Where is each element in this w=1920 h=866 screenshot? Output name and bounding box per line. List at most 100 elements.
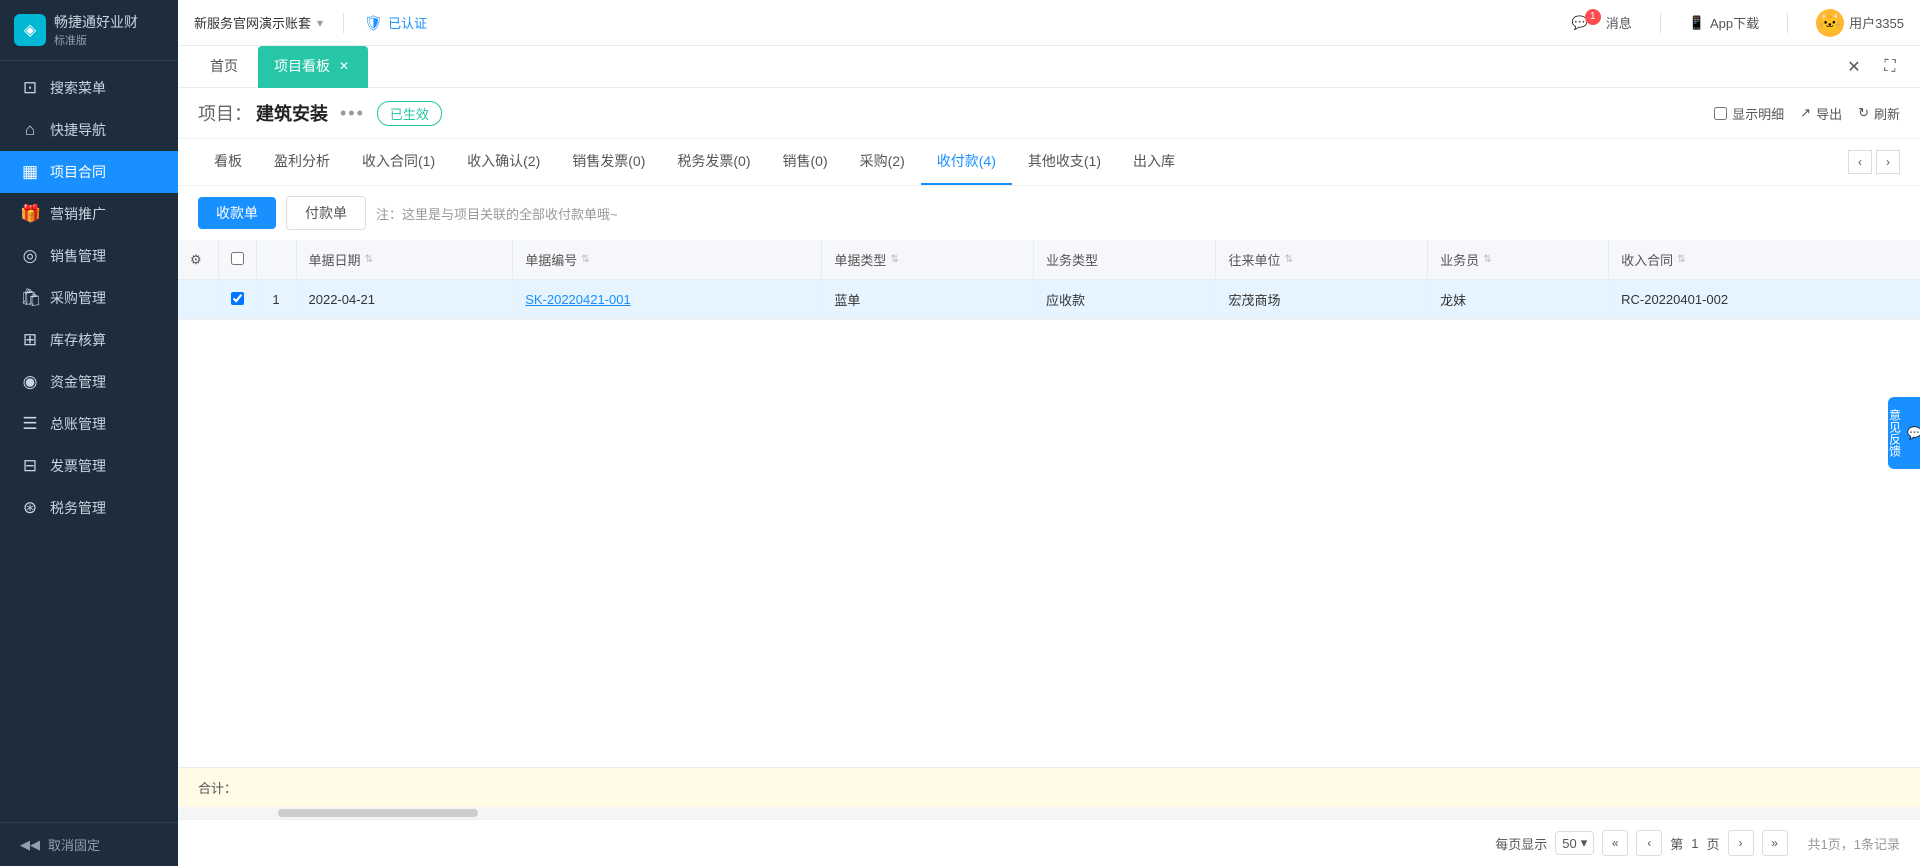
refresh-button[interactable]: ↻ 刷新	[1858, 104, 1900, 123]
footer-total-label: 合计：	[198, 778, 237, 797]
header-divider-2	[1660, 13, 1661, 33]
sort-number-icon: ⇅	[581, 254, 589, 265]
tab-close-all-button[interactable]: ✕	[1840, 53, 1868, 81]
page-title: 项目：建筑安装	[198, 100, 328, 126]
sidebar-item-project-contract[interactable]: ▦ 项目合同	[0, 151, 178, 193]
sidebar-item-label: 快捷导航	[50, 120, 106, 140]
th-number[interactable]: 单据编号 ⇅	[513, 240, 822, 280]
next-page-button[interactable]: ›	[1728, 830, 1754, 856]
feedback-icon: 💬	[1908, 426, 1920, 441]
tab-close-icon[interactable]: ✕	[336, 58, 352, 74]
pagination-bar: 每页显示 50 ▾ « ‹ 第 1 页 › » 共1页，1条记录	[178, 819, 1920, 866]
table-row[interactable]: 1 2022-04-21 SK-20220421-001 蓝单 应收款 宏茂商场…	[178, 280, 1920, 320]
th-contract[interactable]: 收入合同 ⇅	[1609, 240, 1920, 280]
sub-nav-purchase[interactable]: 采购(2)	[844, 139, 921, 185]
show-detail-input[interactable]	[1714, 107, 1727, 120]
sidebar-logo[interactable]: ◈ 畅捷通好业财 标准版	[0, 0, 178, 61]
message-label: 消息	[1606, 13, 1632, 32]
tab-home[interactable]: 首页	[194, 46, 254, 88]
sub-nav-revenue-confirm[interactable]: 收入确认(2)	[451, 139, 556, 185]
sidebar-item-general-ledger[interactable]: ☰ 总账管理	[0, 403, 178, 445]
show-detail-checkbox[interactable]: 显示明细	[1714, 104, 1784, 123]
page-word: 第	[1670, 834, 1683, 853]
prev-page-button[interactable]: ‹	[1636, 830, 1662, 856]
td-salesman: 龙妹	[1428, 280, 1609, 320]
sidebar-item-label: 项目合同	[50, 162, 106, 182]
sub-nav-sales-invoice[interactable]: 销售发票(0)	[556, 139, 661, 185]
sidebar-item-label: 营销推广	[50, 204, 106, 224]
td-number[interactable]: SK-20220421-001	[513, 280, 822, 320]
select-all-checkbox[interactable]	[231, 252, 244, 265]
th-type[interactable]: 单据类型 ⇅	[822, 240, 1034, 280]
sidebar-item-invoice[interactable]: ⊟ 发票管理	[0, 445, 178, 487]
header-divider-3	[1787, 13, 1788, 33]
app-download-button[interactable]: 📱 App下载	[1689, 13, 1759, 32]
th-settings[interactable]: ⚙	[178, 240, 218, 280]
sidebar-item-sales-management[interactable]: ◎ 销售管理	[0, 235, 178, 277]
sort-date-icon: ⇅	[365, 254, 373, 265]
td-checkbox[interactable]	[218, 280, 256, 320]
tab-maximize-button[interactable]: ⛶	[1876, 53, 1904, 81]
td-type: 蓝单	[822, 280, 1034, 320]
th-date[interactable]: 单据日期 ⇅	[296, 240, 513, 280]
th-partner[interactable]: 往来单位 ⇅	[1216, 240, 1428, 280]
toolbar-note: 注：这里是与项目关联的全部收付款单哦~	[376, 204, 618, 223]
logo-icon: ◈	[14, 14, 46, 46]
tab-bar-actions: ✕ ⛶	[1840, 53, 1904, 81]
per-page-value: 50	[1562, 836, 1576, 851]
user-profile-button[interactable]: 🐱 用户3355	[1816, 9, 1904, 37]
message-button[interactable]: 💬 1 消息	[1572, 13, 1632, 32]
export-icon: ↗	[1800, 105, 1811, 121]
data-table: ⚙ 单据日期 ⇅ 单据编号	[178, 240, 1920, 320]
payment-bill-button[interactable]: 付款单	[286, 196, 366, 230]
sidebar-item-tax[interactable]: ⊛ 税务管理	[0, 487, 178, 529]
sidebar-item-quick-nav[interactable]: ⌂ 快捷导航	[0, 109, 178, 151]
tab-project-board[interactable]: 项目看板 ✕	[258, 46, 368, 88]
sub-nav-receipts[interactable]: 收付款(4)	[921, 139, 1012, 185]
sub-nav-kanban[interactable]: 看板	[198, 139, 258, 185]
sub-nav-other-income[interactable]: 其他收支(1)	[1012, 139, 1117, 185]
sidebar-item-capital[interactable]: ◉ 资金管理	[0, 361, 178, 403]
sidebar-footer-unpin[interactable]: ◀◀ 取消固定	[0, 822, 178, 866]
sidebar-item-label: 销售管理	[50, 246, 106, 266]
sort-partner-icon: ⇅	[1284, 254, 1292, 265]
sub-nav-inout-warehouse[interactable]: 出入库	[1117, 139, 1191, 185]
th-salesman[interactable]: 业务员 ⇅	[1428, 240, 1609, 280]
more-options-icon[interactable]: •••	[340, 103, 365, 124]
table-container[interactable]: ⚙ 单据日期 ⇅ 单据编号	[178, 240, 1920, 767]
receipt-bill-button[interactable]: 收款单	[198, 197, 276, 229]
status-badge: 已生效	[377, 101, 442, 126]
sidebar-item-inventory[interactable]: ⊞ 库存核算	[0, 319, 178, 361]
sidebar-item-purchase[interactable]: 🛍 采购管理	[0, 277, 178, 319]
feedback-button[interactable]: 💬 意见反馈	[1888, 397, 1920, 469]
row-checkbox[interactable]	[231, 292, 244, 305]
scroll-bar-area[interactable]	[178, 807, 1920, 819]
horizontal-scrollbar-thumb[interactable]	[278, 809, 478, 817]
sub-nav: 看板 盈利分析 收入合同(1) 收入确认(2) 销售发票(0) 税务发票(0) …	[178, 139, 1920, 186]
sort-salesman-icon: ⇅	[1483, 254, 1491, 265]
sidebar-item-marketing[interactable]: 🎁 营销推广	[0, 193, 178, 235]
sub-nav-profit[interactable]: 盈利分析	[258, 139, 346, 185]
purchase-icon: 🛍	[20, 288, 40, 308]
sub-nav-prev-arrow[interactable]: ‹	[1848, 150, 1872, 174]
project-contract-icon: ▦	[20, 162, 40, 182]
td-date: 2022-04-21	[296, 280, 513, 320]
ledger-icon: ☰	[20, 414, 40, 434]
per-page-select[interactable]: 50 ▾	[1555, 831, 1594, 855]
bill-number-link[interactable]: SK-20220421-001	[525, 292, 631, 307]
th-biz-type: 业务类型	[1034, 240, 1216, 280]
sub-nav-sales[interactable]: 销售(0)	[767, 139, 844, 185]
sidebar-item-search[interactable]: ⊡ 搜索菜单	[0, 67, 178, 109]
sub-nav-revenue-contract[interactable]: 收入合同(1)	[346, 139, 451, 185]
sub-nav-next-arrow[interactable]: ›	[1876, 150, 1900, 174]
last-page-button[interactable]: »	[1762, 830, 1788, 856]
sub-nav-tax-invoice[interactable]: 税务发票(0)	[661, 139, 766, 185]
tax-icon: ⊛	[20, 498, 40, 518]
sidebar-item-label: 税务管理	[50, 498, 106, 518]
export-button[interactable]: ↗ 导出	[1800, 104, 1842, 123]
workspace-selector[interactable]: 新服务官网演示账套 ▾	[194, 13, 323, 32]
certified-text: 已认证	[388, 13, 427, 32]
tab-bar: 首页 项目看板 ✕ ✕ ⛶	[178, 46, 1920, 88]
first-page-button[interactable]: «	[1602, 830, 1628, 856]
page-word2: 页	[1707, 834, 1720, 853]
